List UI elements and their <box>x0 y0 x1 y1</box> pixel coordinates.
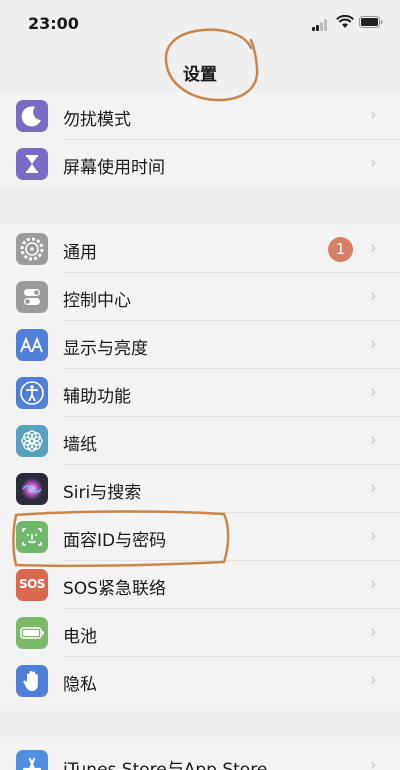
settings-group-3: iTunes Store与App Store › <box>0 742 400 770</box>
row-label: 控制中心 <box>63 291 131 311</box>
chevron-right-icon: › <box>370 430 377 450</box>
settings-row-general[interactable]: 通用 1 › <box>0 225 400 273</box>
chevron-right-icon: › <box>370 574 377 594</box>
settings-group-1: 勿扰模式 › 屏幕使用时间 › <box>0 92 400 188</box>
sos-icon: SOS <box>16 569 48 601</box>
row-label: SOS紧急联络 <box>63 579 166 599</box>
chevron-right-icon: › <box>370 670 377 690</box>
row-label: iTunes Store与App Store <box>63 760 268 770</box>
row-label: 电池 <box>63 627 97 647</box>
accessibility-icon <box>16 377 48 409</box>
moon-icon <box>16 100 48 132</box>
row-label: 辅助功能 <box>63 387 131 407</box>
chevron-right-icon: › <box>370 526 377 546</box>
siri-icon <box>16 473 48 505</box>
chevron-right-icon: › <box>370 755 377 770</box>
gear-icon <box>16 233 48 265</box>
row-label: Siri与搜索 <box>63 483 142 503</box>
row-label: 通用 <box>63 243 97 263</box>
flower-icon <box>16 425 48 457</box>
settings-row-battery[interactable]: 电池 › <box>0 609 400 657</box>
chevron-right-icon: › <box>370 153 377 173</box>
settings-row-screen-time[interactable]: 屏幕使用时间 › <box>0 140 400 188</box>
hand-drawn-rectangle-annotation <box>12 510 230 568</box>
row-label: 屏幕使用时间 <box>63 158 165 178</box>
cellular-signal-icon <box>312 19 330 31</box>
settings-row-privacy[interactable]: 隐私 › <box>0 657 400 705</box>
settings-row-accessibility[interactable]: 辅助功能 › <box>0 369 400 417</box>
chevron-right-icon: › <box>370 382 377 402</box>
notification-badge: 1 <box>328 237 353 262</box>
chevron-right-icon: › <box>370 286 377 306</box>
wifi-icon <box>336 15 354 28</box>
hand-drawn-circle-annotation <box>164 28 259 102</box>
hand-icon <box>16 665 48 697</box>
row-label: 墙纸 <box>63 435 97 455</box>
settings-row-control-center[interactable]: 控制中心 › <box>0 273 400 321</box>
settings-row-wallpaper[interactable]: 墙纸 › <box>0 417 400 465</box>
toggles-icon <box>16 281 48 313</box>
hourglass-icon <box>16 148 48 180</box>
row-label: 勿扰模式 <box>63 110 131 130</box>
chevron-right-icon: › <box>370 478 377 498</box>
text-size-icon <box>16 329 48 361</box>
chevron-right-icon: › <box>370 105 377 125</box>
chevron-right-icon: › <box>370 334 377 354</box>
battery-status-icon <box>359 16 383 28</box>
chevron-right-icon: › <box>370 622 377 642</box>
status-time: 23:00 <box>28 14 79 33</box>
settings-row-display-brightness[interactable]: 显示与亮度 › <box>0 321 400 369</box>
row-label: 隐私 <box>63 675 97 695</box>
row-label: 显示与亮度 <box>63 339 148 359</box>
chevron-right-icon: › <box>370 238 377 258</box>
settings-row-itunes-app-store[interactable]: iTunes Store与App Store › <box>0 742 400 770</box>
settings-row-siri-search[interactable]: Siri与搜索 › <box>0 465 400 513</box>
sos-icon-text: SOS <box>19 577 46 591</box>
battery-icon <box>16 617 48 649</box>
app-store-icon <box>16 750 48 770</box>
settings-group-2: 通用 1 › 控制中心 › 显示与亮度 › 辅助功能 › 墙纸 › Siri与搜… <box>0 225 400 705</box>
